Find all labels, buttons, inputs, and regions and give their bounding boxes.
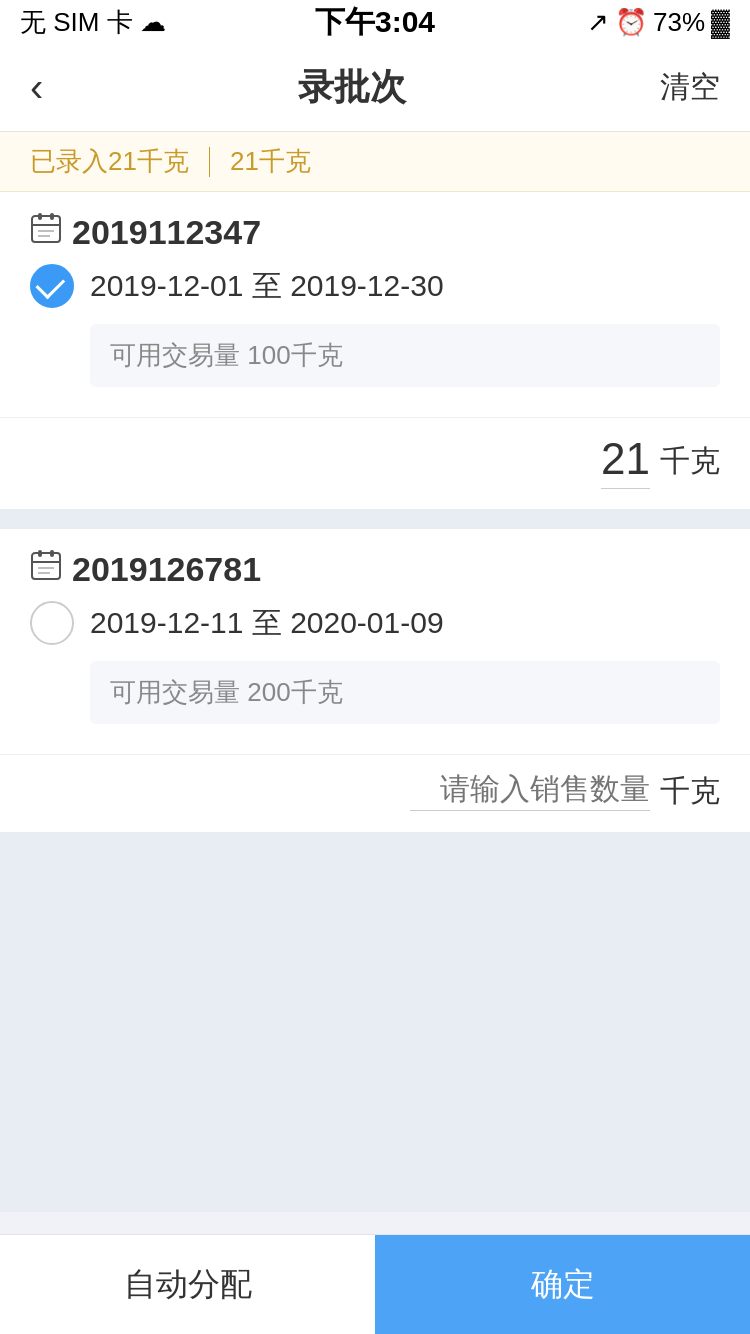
battery-text: 73% — [653, 7, 705, 38]
svg-rect-7 — [38, 550, 42, 557]
batch1-id: 2019112347 — [72, 213, 261, 252]
batch-item-1: 2019112347 2019-12-01 至 2019-12-30 可用交易量… — [0, 192, 750, 417]
batch2-quantity-input[interactable] — [410, 772, 650, 806]
svg-rect-0 — [32, 216, 60, 242]
batch2-id: 2019126781 — [72, 550, 261, 589]
recorded-value: 21千克 — [230, 144, 311, 179]
status-time: 下午3:04 — [315, 2, 435, 43]
batch2-input-row: 千克 — [0, 754, 750, 832]
auto-distribute-button[interactable]: 自动分配 — [0, 1235, 375, 1334]
alarm-icon: ⏰ — [615, 7, 647, 38]
svg-rect-1 — [38, 213, 42, 220]
info-banner: 已录入21千克 21千克 — [0, 132, 750, 192]
page-title: 录批次 — [298, 63, 406, 112]
batch-item-2: 2019126781 2019-12-11 至 2020-01-09 可用交易量… — [0, 529, 750, 754]
status-bar: 无 SIM 卡 ☁ 下午3:04 ↗ ⏰ 73% ▓ — [0, 0, 750, 44]
gray-content-area — [0, 832, 750, 1212]
batch2-available-box: 可用交易量 200千克 — [90, 661, 720, 724]
status-right: ↗ ⏰ 73% ▓ — [587, 7, 730, 38]
batch1-header: 2019112347 — [30, 212, 720, 252]
batch1-amount-row: 21 千克 — [0, 417, 750, 509]
bottom-bar: 自动分配 确定 — [0, 1234, 750, 1334]
batch1-available: 可用交易量 100千克 — [110, 340, 343, 370]
svg-rect-6 — [32, 553, 60, 579]
batch2-available: 可用交易量 200千克 — [110, 677, 343, 707]
recorded-label: 已录入21千克 — [30, 144, 189, 179]
svg-rect-2 — [50, 213, 54, 220]
batch2-icon — [30, 549, 62, 589]
confirm-label: 确定 — [531, 1263, 595, 1307]
batch1-unit: 千克 — [660, 441, 720, 482]
auto-distribute-label: 自动分配 — [124, 1263, 252, 1307]
batch2-date-row[interactable]: 2019-12-11 至 2020-01-09 — [30, 601, 720, 645]
section-separator — [0, 509, 750, 529]
status-left: 无 SIM 卡 ☁ — [20, 5, 166, 40]
banner-divider — [209, 147, 210, 177]
location-icon: ↗ — [587, 7, 609, 38]
batch2-date: 2019-12-11 至 2020-01-09 — [90, 603, 444, 644]
batch2-radio[interactable] — [30, 601, 74, 645]
clear-button[interactable]: 清空 — [660, 67, 720, 108]
batch2-unit: 千克 — [660, 771, 720, 812]
no-sim-text: 无 SIM 卡 ☁ — [20, 5, 166, 40]
svg-rect-8 — [50, 550, 54, 557]
batch2-input-underline[interactable] — [410, 772, 650, 811]
batch1-amount-underline: 21 — [601, 434, 650, 489]
battery-icon: ▓ — [711, 7, 730, 38]
batch1-date: 2019-12-01 至 2019-12-30 — [90, 266, 444, 307]
batch1-amount-value[interactable]: 21 — [601, 434, 650, 483]
batch2-header: 2019126781 — [30, 549, 720, 589]
batch1-radio[interactable] — [30, 264, 74, 308]
nav-bar: ‹ 录批次 清空 — [0, 44, 750, 132]
confirm-button[interactable]: 确定 — [375, 1235, 750, 1334]
batch1-icon — [30, 212, 62, 252]
batch1-available-box: 可用交易量 100千克 — [90, 324, 720, 387]
batch1-date-row[interactable]: 2019-12-01 至 2019-12-30 — [30, 264, 720, 308]
back-button[interactable]: ‹ — [30, 65, 43, 110]
